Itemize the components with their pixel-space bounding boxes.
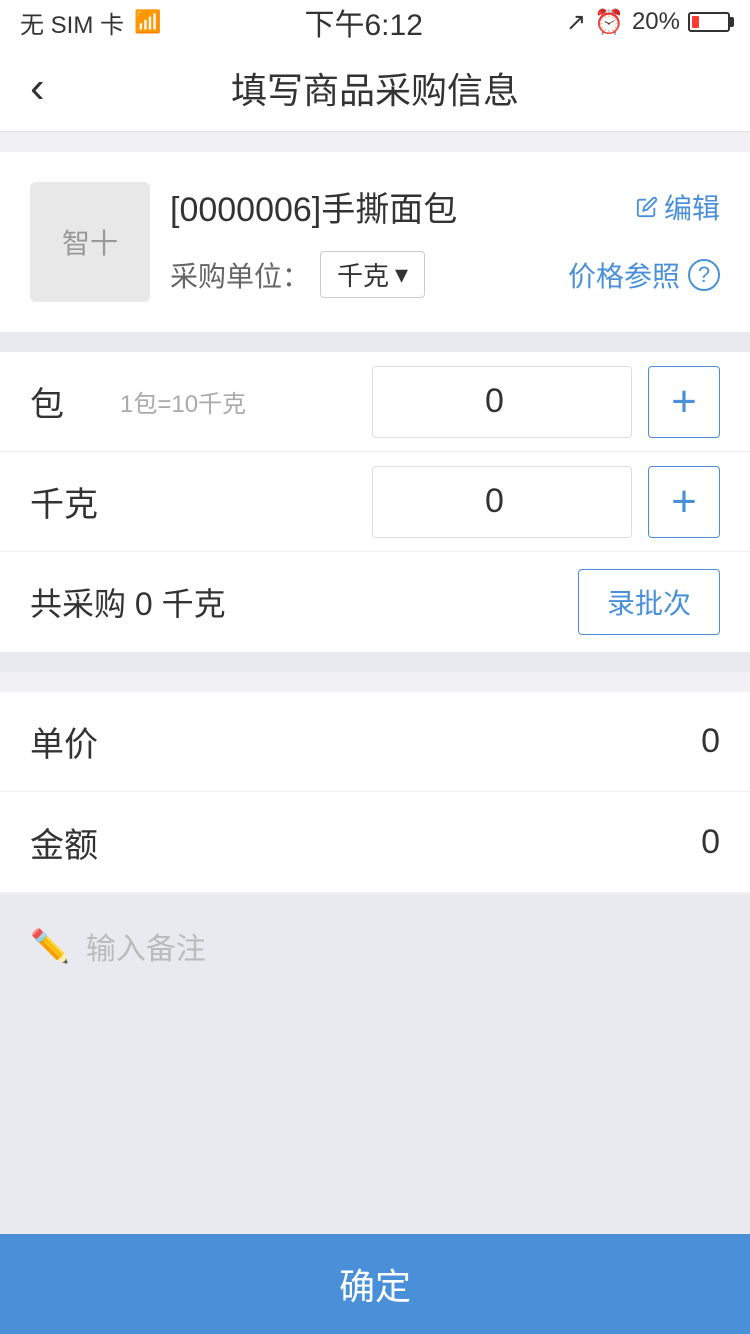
alarm-icon: ⏰: [594, 8, 624, 37]
status-left: 无 SIM 卡 📶: [20, 5, 161, 40]
total-row: 共采购 0 千克 录批次: [0, 552, 750, 652]
product-image: 智十: [30, 182, 150, 302]
amount-row: 金额 0: [0, 792, 750, 892]
status-time: 下午6:12: [304, 0, 422, 44]
kg-input-right: +: [372, 466, 720, 538]
notes-section[interactable]: ✏️ 输入备注: [0, 894, 750, 998]
status-bar: 无 SIM 卡 📶 下午6:12 ↗ ⏰ 20%: [0, 0, 750, 44]
kg-label: 千克: [30, 477, 110, 526]
bag-quantity-input[interactable]: [372, 366, 632, 438]
unit-select[interactable]: 千克 ▾: [320, 251, 425, 298]
product-logo: 智十: [62, 222, 118, 262]
edit-button[interactable]: 编辑: [636, 187, 720, 227]
unit-label: 采购单位：: [170, 255, 310, 295]
bag-sublabel: 1包=10千克: [120, 384, 246, 419]
chevron-down-icon: ▾: [395, 259, 408, 290]
price-section: 单价 0 金额 0: [0, 692, 750, 892]
unit-value: 千克: [337, 256, 389, 293]
bag-label: 包: [30, 377, 110, 426]
price-ref-label: 价格参照: [568, 255, 680, 295]
back-button[interactable]: ‹: [30, 66, 45, 110]
product-unit-row: 采购单位： 千克 ▾ 价格参照 ?: [170, 251, 720, 298]
amount-value: 0: [701, 823, 720, 862]
kg-plus-button[interactable]: +: [648, 466, 720, 538]
confirm-button[interactable]: 确定: [0, 1234, 750, 1334]
pencil-icon: ✏️: [30, 927, 70, 965]
status-right: ↗ ⏰ 20%: [566, 8, 730, 37]
nav-bar: ‹ 填写商品采购信息: [0, 44, 750, 132]
unit-price-value: 0: [701, 722, 720, 761]
sim-label: 无 SIM 卡: [20, 5, 124, 40]
product-card: 智十 [0000006]手撕面包 编辑 采购单位： 千克 ▾ 价格参照: [0, 152, 750, 332]
product-name: [0000006]手撕面包: [170, 182, 457, 231]
unit-price-row: 单价 0: [0, 692, 750, 792]
page-title: 填写商品采购信息: [231, 62, 519, 114]
batch-button[interactable]: 录批次: [578, 569, 720, 635]
battery-icon: [688, 12, 730, 32]
help-icon: ?: [688, 259, 720, 291]
price-ref-button[interactable]: 价格参照 ?: [568, 255, 720, 295]
kg-quantity-input[interactable]: [372, 466, 632, 538]
battery-fill: [692, 16, 699, 28]
kg-input-row: 千克 +: [0, 452, 750, 552]
bag-input-row: 包 1包=10千克 +: [0, 352, 750, 452]
bag-input-right: +: [372, 366, 720, 438]
edit-icon: [636, 196, 658, 218]
product-header: [0000006]手撕面包 编辑: [170, 182, 720, 231]
section-divider-2: [0, 652, 750, 672]
location-icon: ↗: [566, 8, 586, 37]
notes-placeholder: 输入备注: [86, 924, 206, 968]
input-section: 包 1包=10千克 + 千克 +: [0, 352, 750, 552]
product-info: [0000006]手撕面包 编辑 采购单位： 千克 ▾ 价格参照 ?: [170, 182, 720, 298]
bag-plus-button[interactable]: +: [648, 366, 720, 438]
amount-label: 金额: [30, 818, 98, 867]
unit-price-label: 单价: [30, 717, 98, 766]
section-divider-1: [0, 332, 750, 352]
battery-percent: 20%: [632, 8, 680, 36]
total-label: 共采购 0 千克: [30, 579, 226, 625]
wifi-icon: 📶: [134, 9, 161, 35]
